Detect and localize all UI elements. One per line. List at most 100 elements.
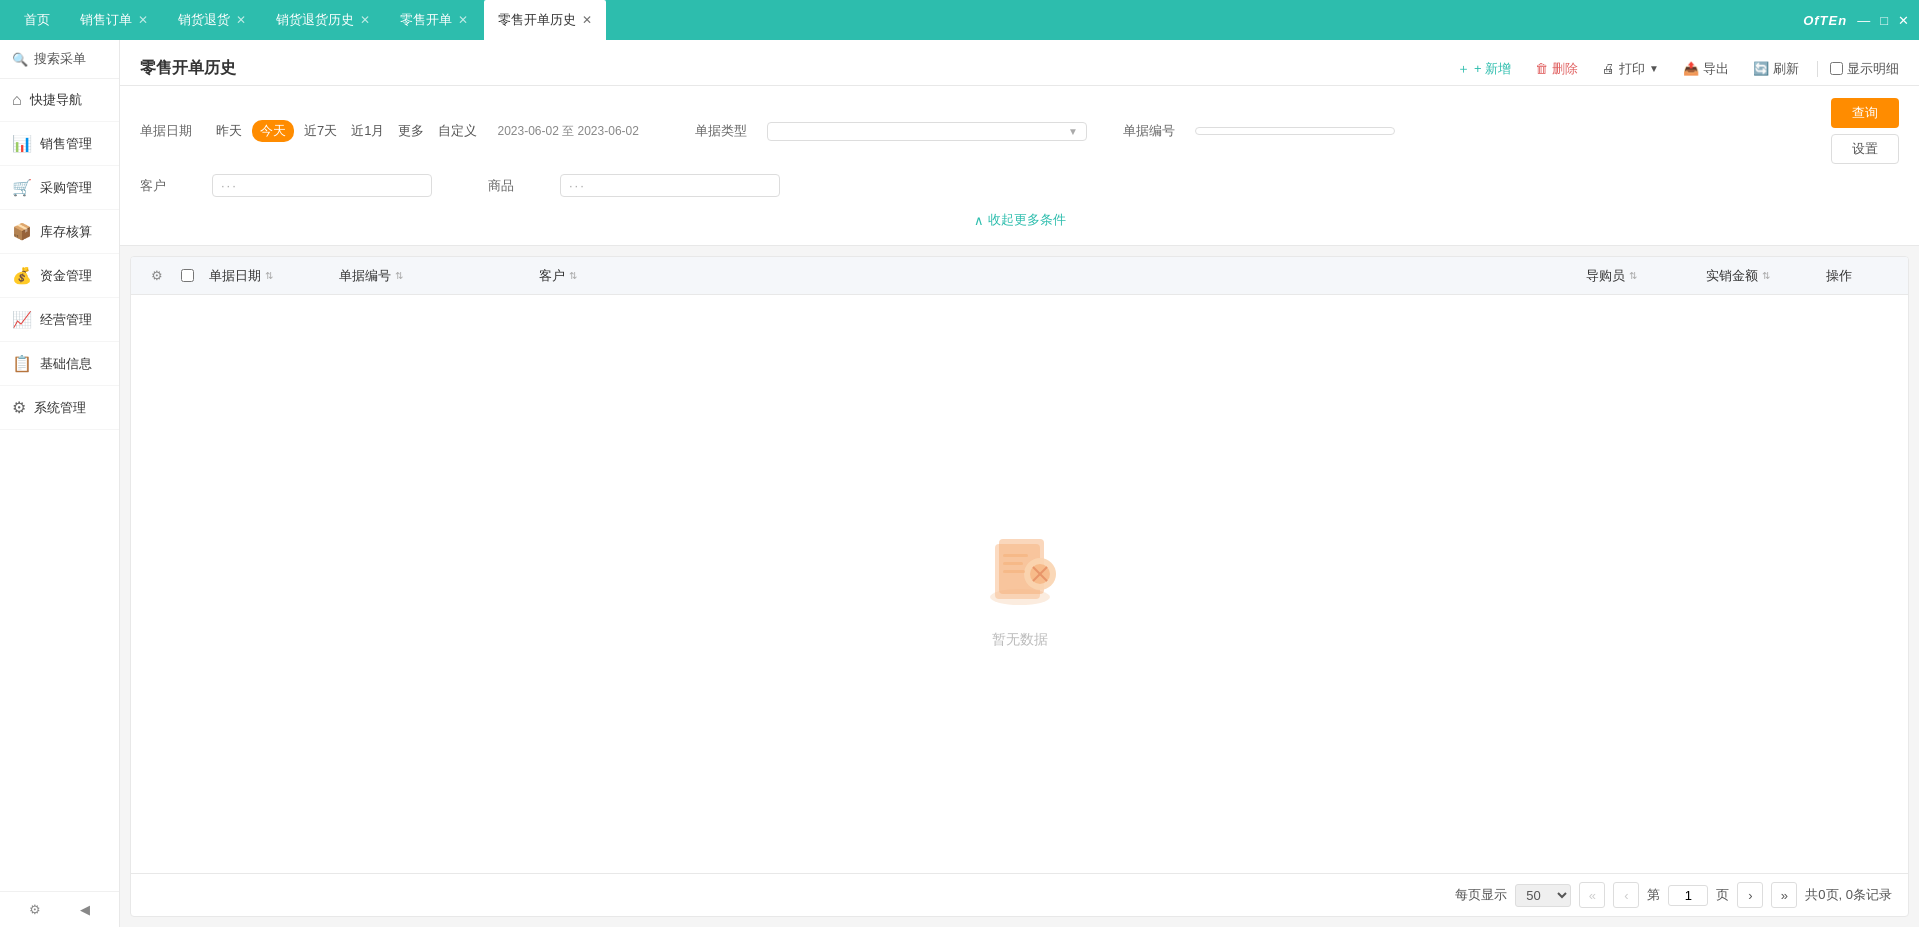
export-button[interactable]: 📤 导出 — [1677, 56, 1735, 82]
page-size-select[interactable]: 20 50 100 — [1515, 884, 1571, 907]
show-detail-toggle[interactable]: 显示明细 — [1830, 60, 1899, 78]
page-next-btn[interactable]: › — [1737, 882, 1763, 908]
sidebar-item-finance[interactable]: 💰 资金管理 — [0, 254, 119, 298]
filter-row-1: 单据日期 昨天 今天 近7天 近1月 更多 自定义 2023-06-02 至 2… — [140, 98, 1899, 164]
svg-rect-8 — [1003, 562, 1023, 565]
sidebar-item-system-mgmt[interactable]: ⚙ 系统管理 — [0, 386, 119, 430]
settings-button[interactable]: 设置 — [1831, 134, 1899, 164]
tab-sales-return-history-label: 销货退货历史 — [276, 11, 354, 29]
query-button[interactable]: 查询 — [1831, 98, 1899, 128]
tab-home[interactable]: 首页 — [10, 0, 64, 40]
refresh-icon: 🔄 — [1753, 61, 1769, 76]
sidebar-collapse-icon[interactable]: ◀ — [80, 902, 90, 917]
sidebar-settings-icon[interactable]: ⚙ — [29, 902, 41, 917]
show-detail-checkbox-input[interactable] — [1830, 62, 1843, 75]
print-button[interactable]: 🖨 打印 ▼ — [1596, 56, 1665, 82]
select-all-checkbox[interactable] — [181, 269, 194, 282]
svg-rect-7 — [1003, 554, 1028, 557]
sidebar-item-sales-mgmt[interactable]: 📊 销售管理 — [0, 122, 119, 166]
print-arrow-icon: ▼ — [1649, 63, 1659, 74]
sidebar: 🔍 搜索采单 ⌂ 快捷导航 📊 销售管理 🛒 采购管理 📦 库存核算 💰 资金管… — [0, 40, 120, 927]
header-checkbox[interactable] — [173, 269, 201, 282]
sidebar-search[interactable]: 🔍 搜索采单 — [0, 40, 119, 79]
date-opt-7days[interactable]: 近7天 — [300, 120, 341, 142]
sidebar-item-inventory[interactable]: 📦 库存核算 — [0, 210, 119, 254]
tab-home-label: 首页 — [24, 11, 50, 29]
th-num[interactable]: 单据编号 ⇅ — [331, 267, 531, 285]
pagination: 每页显示 20 50 100 « ‹ 第 页 › » 共0页, 0条记录 — [131, 873, 1908, 916]
date-opt-1month[interactable]: 近1月 — [347, 120, 388, 142]
product-input[interactable]: ··· — [560, 174, 780, 197]
th-action-label: 操作 — [1826, 267, 1852, 285]
sidebar-item-system-mgmt-label: 系统管理 — [34, 399, 86, 417]
th-guide-sort-icon: ⇅ — [1629, 270, 1637, 281]
th-amount-sort-icon: ⇅ — [1762, 270, 1770, 281]
maximize-btn[interactable]: □ — [1880, 13, 1888, 28]
page-input[interactable] — [1668, 885, 1708, 906]
tab-sales-order-close[interactable]: ✕ — [138, 13, 148, 27]
sidebar-bottom: ⚙ ◀ — [0, 891, 119, 927]
date-opt-yesterday[interactable]: 昨天 — [212, 120, 246, 142]
tab-retail-open-close[interactable]: ✕ — [458, 13, 468, 27]
refresh-button[interactable]: 🔄 刷新 — [1747, 56, 1805, 82]
tab-retail-open[interactable]: 零售开单 ✕ — [386, 0, 482, 40]
th-customer-sort-icon: ⇅ — [569, 270, 577, 281]
filter-panel: 单据日期 昨天 今天 近7天 近1月 更多 自定义 2023-06-02 至 2… — [120, 86, 1919, 246]
print-icon: 🖨 — [1602, 61, 1615, 76]
delete-button[interactable]: 🗑 删除 — [1529, 56, 1584, 82]
sidebar-item-operations[interactable]: 📈 经营管理 — [0, 298, 119, 342]
tab-sales-return[interactable]: 销货退货 ✕ — [164, 0, 260, 40]
sidebar-item-sales-mgmt-label: 销售管理 — [40, 135, 92, 153]
th-customer[interactable]: 客户 ⇅ — [531, 267, 1578, 285]
finance-icon: 💰 — [12, 266, 32, 285]
layout: 🔍 搜索采单 ⌂ 快捷导航 📊 销售管理 🛒 采购管理 📦 库存核算 💰 资金管… — [0, 40, 1919, 927]
doc-num-input[interactable] — [1195, 127, 1395, 135]
doc-type-select[interactable]: ▼ — [767, 122, 1087, 141]
page-prev-btn[interactable]: ‹ — [1613, 882, 1639, 908]
tab-sales-return-close[interactable]: ✕ — [236, 13, 246, 27]
sidebar-item-base-info[interactable]: 📋 基础信息 — [0, 342, 119, 386]
date-opt-today[interactable]: 今天 — [252, 120, 294, 142]
page-word: 第 — [1647, 886, 1660, 904]
th-guide[interactable]: 导购员 ⇅ — [1578, 267, 1698, 285]
tab-retail-history-label: 零售开单历史 — [498, 11, 576, 29]
tab-sales-order[interactable]: 销售订单 ✕ — [66, 0, 162, 40]
collapse-label: 收起更多条件 — [988, 211, 1066, 229]
th-date-label: 单据日期 — [209, 267, 261, 285]
page-last-btn[interactable]: » — [1771, 882, 1797, 908]
sidebar-search-label: 搜索采单 — [34, 50, 86, 68]
th-amount[interactable]: 实销金额 ⇅ — [1698, 267, 1818, 285]
sidebar-item-purchase-mgmt[interactable]: 🛒 采购管理 — [0, 166, 119, 210]
tab-sales-return-history[interactable]: 销货退货历史 ✕ — [262, 0, 384, 40]
svg-rect-9 — [1003, 570, 1025, 573]
delete-icon: 🗑 — [1535, 61, 1548, 76]
add-button[interactable]: ＋ + 新增 — [1451, 56, 1517, 82]
top-bar: 首页 销售订单 ✕ 销货退货 ✕ 销货退货历史 ✕ 零售开单 ✕ 零售开单历史 … — [0, 0, 1919, 40]
tab-list: 首页 销售订单 ✕ 销货退货 ✕ 销货退货历史 ✕ 零售开单 ✕ 零售开单历史 … — [10, 0, 606, 40]
system-mgmt-icon: ⚙ — [12, 398, 26, 417]
brand-label: OfTEn — [1803, 13, 1847, 28]
add-icon: ＋ — [1457, 60, 1470, 78]
customer-input[interactable]: ··· — [212, 174, 432, 197]
th-date[interactable]: 单据日期 ⇅ — [201, 267, 331, 285]
window-actions: OfTEn — □ ✕ — [1803, 13, 1909, 28]
sidebar-item-operations-label: 经营管理 — [40, 311, 92, 329]
collapse-bar[interactable]: ∧ 收起更多条件 — [140, 207, 1899, 233]
refresh-label: 刷新 — [1773, 60, 1799, 78]
tab-retail-history[interactable]: 零售开单历史 ✕ — [484, 0, 606, 40]
date-opt-more[interactable]: 更多 — [394, 120, 428, 142]
operations-icon: 📈 — [12, 310, 32, 329]
minimize-btn[interactable]: — — [1857, 13, 1870, 28]
tab-sales-return-history-close[interactable]: ✕ — [360, 13, 370, 27]
page-first-btn[interactable]: « — [1579, 882, 1605, 908]
base-info-icon: 📋 — [12, 354, 32, 373]
date-opt-custom[interactable]: 自定义 — [434, 120, 481, 142]
show-detail-label: 显示明细 — [1847, 60, 1899, 78]
sidebar-item-quick-nav-label: 快捷导航 — [30, 91, 82, 109]
collapse-arrow-icon: ∧ — [974, 213, 984, 228]
sidebar-item-quick-nav[interactable]: ⌂ 快捷导航 — [0, 79, 119, 122]
column-settings-icon[interactable]: ⚙ — [141, 268, 173, 283]
close-btn[interactable]: ✕ — [1898, 13, 1909, 28]
tab-retail-history-close[interactable]: ✕ — [582, 13, 592, 27]
doc-type-arrow-icon: ▼ — [1068, 126, 1078, 137]
